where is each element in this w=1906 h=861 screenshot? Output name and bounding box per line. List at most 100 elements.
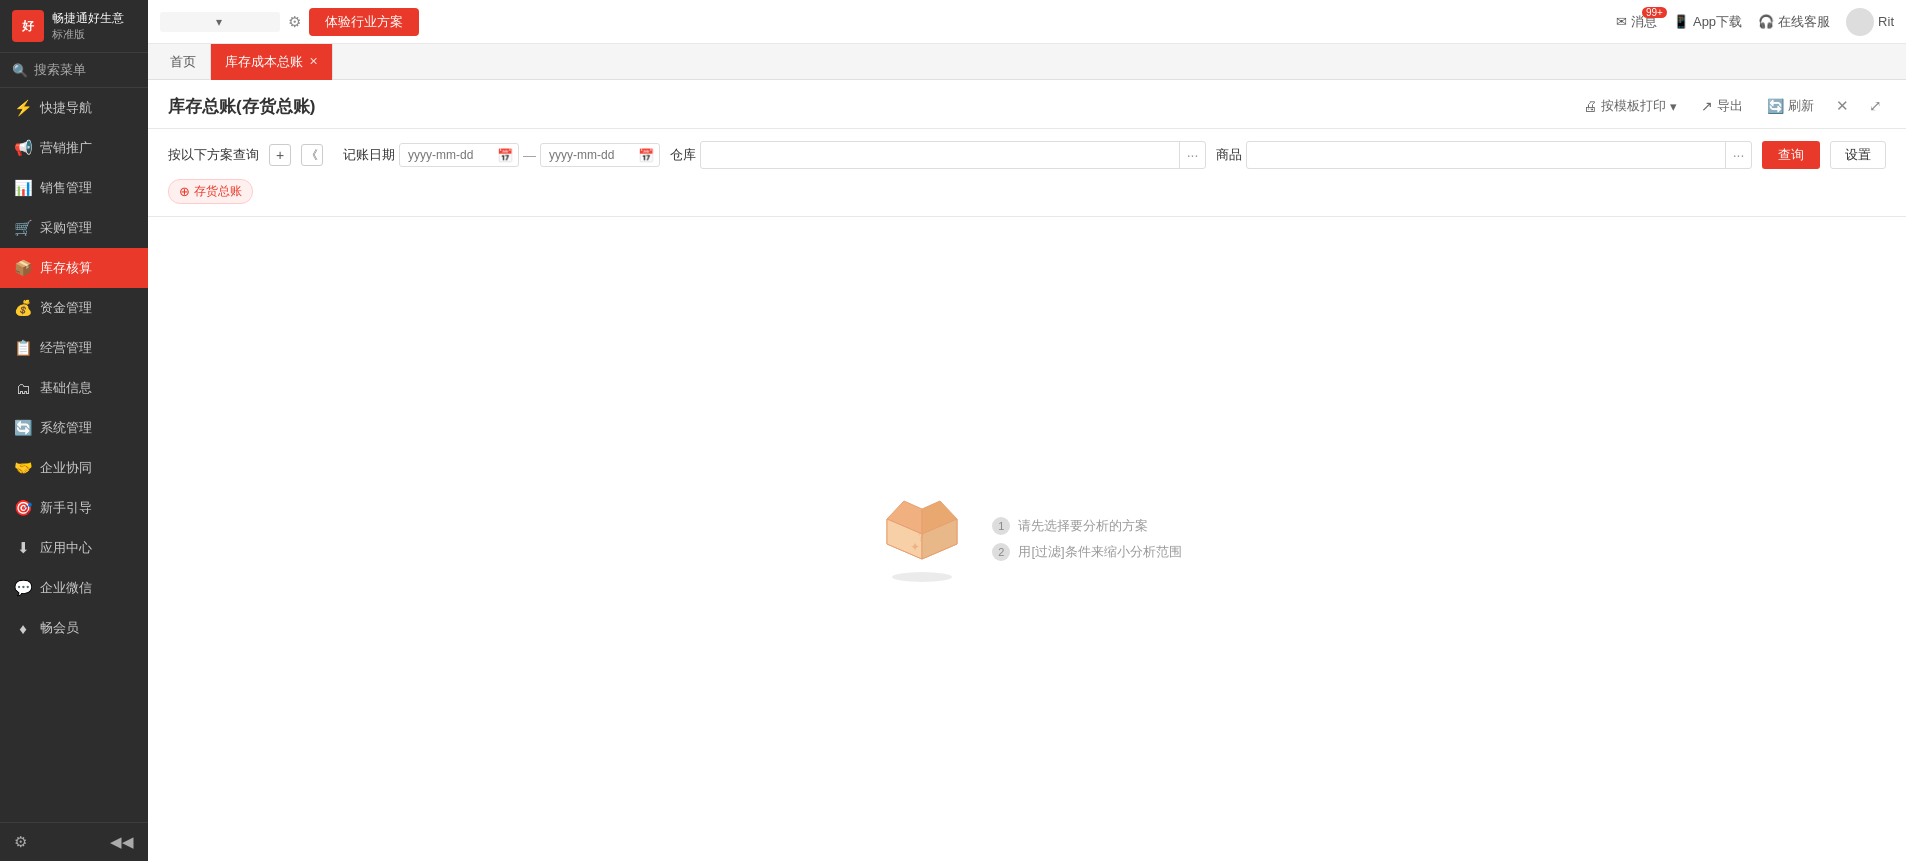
print-chevron-icon: ▾ <box>1670 99 1677 114</box>
expand-panel-btn[interactable]: ⤢ <box>1865 95 1886 117</box>
sidebar-item-purchase[interactable]: 🛒 采购管理 <box>0 208 148 248</box>
topbar-right: ✉ 消息 99+ 📱 App下载 🎧 在线客服 Rit <box>1616 8 1894 36</box>
sidebar-item-marketing[interactable]: 📢 营销推广 <box>0 128 148 168</box>
settings-footer-icon[interactable]: ⚙ <box>14 833 27 851</box>
warehouse-input[interactable]: ··· <box>700 141 1206 169</box>
sidebar-item-label: 库存核算 <box>40 259 92 277</box>
refresh-label: 刷新 <box>1788 97 1814 115</box>
empty-tips: 1 请先选择要分析的方案 2 用[过滤]条件来缩小分析范围 <box>992 517 1181 561</box>
quick-nav-icon: ⚡ <box>14 99 32 117</box>
sidebar-item-wechat[interactable]: 💬 企业微信 <box>0 568 148 608</box>
industry-btn[interactable]: 体验行业方案 <box>309 8 419 36</box>
page-header: 库存总账(存货总账) 🖨 按模板打印 ▾ ↗ 导出 🔄 刷新 ✕ ⤢ <box>148 80 1906 129</box>
online-service-btn[interactable]: 🎧 在线客服 <box>1758 13 1830 31</box>
empty-tip-2: 2 用[过滤]条件来缩小分析范围 <box>992 543 1181 561</box>
logo-name: 畅捷通好生意 <box>52 11 124 27</box>
empty-tip-1: 1 请先选择要分析的方案 <box>992 517 1181 535</box>
empty-state: ✦ ? 1 请先选择要分析的方案 2 用[过滤]条件来缩小分析范围 <box>148 217 1906 861</box>
sidebar-item-system[interactable]: 🔄 系统管理 <box>0 408 148 448</box>
refresh-icon: 🔄 <box>1767 98 1784 114</box>
tip-num-1: 1 <box>992 517 1010 535</box>
sidebar-item-member[interactable]: ♦ 畅会员 <box>0 608 148 648</box>
tab-home[interactable]: 首页 <box>156 44 211 80</box>
chevron-down-icon: ▾ <box>216 15 222 29</box>
sidebar-item-funds[interactable]: 💰 资金管理 <box>0 288 148 328</box>
app-download-btn[interactable]: 📱 App下载 <box>1673 13 1742 31</box>
refresh-btn[interactable]: 🔄 刷新 <box>1761 94 1820 118</box>
warehouse-label: 仓库 <box>670 146 696 164</box>
date-start-input[interactable] <box>399 143 519 167</box>
filter-collapse-btn[interactable]: 《 <box>301 144 323 166</box>
sidebar-footer: ⚙ ◀◀ <box>0 822 148 861</box>
purchase-icon: 🛒 <box>14 219 32 237</box>
svg-point-0 <box>892 572 952 582</box>
warehouse-input-group: 仓库 ··· <box>670 141 1206 169</box>
product-text-input[interactable] <box>1247 148 1751 162</box>
sidebar-logo: 好 畅捷通好生意 标准版 <box>0 0 148 53</box>
logo-icon: 好 <box>12 10 44 42</box>
topbar: ▾ ⚙ 体验行业方案 ✉ 消息 99+ 📱 App下载 🎧 在线客服 Rit <box>148 0 1906 44</box>
online-service-label: 在线客服 <box>1778 13 1830 31</box>
sidebar-item-cooperation[interactable]: 🤝 企业协同 <box>0 448 148 488</box>
inventory-icon: 📦 <box>14 259 32 277</box>
sidebar-item-sales[interactable]: 📊 销售管理 <box>0 168 148 208</box>
sidebar-item-quick-nav[interactable]: ⚡ 快捷导航 <box>0 88 148 128</box>
export-btn[interactable]: ↗ 导出 <box>1695 94 1749 118</box>
product-input-group: 商品 ··· <box>1216 141 1752 169</box>
close-panel-btn[interactable]: ✕ <box>1832 95 1853 117</box>
print-label: 按模板打印 <box>1601 97 1666 115</box>
page-title: 库存总账(存货总账) <box>168 95 315 118</box>
filter-row: 按以下方案查询 + 《 记账日期 📅 — 📅 <box>168 141 1886 169</box>
sidebar-item-operations[interactable]: 📋 经营管理 <box>0 328 148 368</box>
settings-button[interactable]: 设置 <box>1830 141 1886 169</box>
audio-footer-icon[interactable]: ◀◀ <box>110 833 134 851</box>
print-btn[interactable]: 🖨 按模板打印 ▾ <box>1577 94 1683 118</box>
system-icon: 🔄 <box>14 419 32 437</box>
user-avatar[interactable]: Rit <box>1846 8 1894 36</box>
export-label: 导出 <box>1717 97 1743 115</box>
sidebar-search[interactable]: 🔍 搜索菜单 <box>0 53 148 88</box>
member-icon: ♦ <box>14 620 32 637</box>
product-more-btn[interactable]: ··· <box>1725 142 1751 168</box>
dash: — <box>523 148 536 163</box>
filter-add-btn[interactable]: + <box>269 144 291 166</box>
date-end-input[interactable] <box>540 143 660 167</box>
export-icon: ↗ <box>1701 98 1713 114</box>
date-label: 记账日期 <box>343 146 395 164</box>
wechat-icon: 💬 <box>14 579 32 597</box>
tip-text-1: 请先选择要分析的方案 <box>1018 517 1148 535</box>
breadcrumb-text <box>172 15 212 29</box>
sidebar-item-app-center[interactable]: ⬇ 应用中心 <box>0 528 148 568</box>
topbar-settings-icon[interactable]: ⚙ <box>288 13 301 31</box>
tab-close-icon[interactable]: ✕ <box>309 55 318 68</box>
product-input[interactable]: ··· <box>1246 141 1752 169</box>
logo-sub: 标准版 <box>52 27 124 41</box>
sidebar-item-basic[interactable]: 🗂 基础信息 <box>0 368 148 408</box>
marketing-icon: 📢 <box>14 139 32 157</box>
tab-home-label: 首页 <box>170 53 196 71</box>
tab-inventory-label: 库存成本总账 <box>225 53 303 71</box>
sidebar-item-label: 营销推广 <box>40 139 92 157</box>
sidebar-item-inventory[interactable]: 📦 库存核算 <box>0 248 148 288</box>
sales-icon: 📊 <box>14 179 32 197</box>
sidebar-item-label: 应用中心 <box>40 539 92 557</box>
warehouse-text-input[interactable] <box>701 148 1205 162</box>
basic-icon: 🗂 <box>14 380 32 397</box>
main-area: ▾ ⚙ 体验行业方案 ✉ 消息 99+ 📱 App下载 🎧 在线客服 Rit <box>148 0 1906 861</box>
tip-num-2: 2 <box>992 543 1010 561</box>
sidebar-item-label: 快捷导航 <box>40 99 92 117</box>
messages-badge: 99+ <box>1642 7 1667 18</box>
breadcrumb[interactable]: ▾ <box>160 12 280 32</box>
tab-inventory-ledger[interactable]: 库存成本总账 ✕ <box>211 44 333 80</box>
messages-btn[interactable]: ✉ 消息 99+ <box>1616 13 1657 31</box>
sidebar-item-guide[interactable]: 🎯 新手引导 <box>0 488 148 528</box>
scheme-item[interactable]: ⊕ 存货总账 <box>168 179 253 204</box>
scheme-icon: ⊕ <box>179 184 190 199</box>
empty-inner: ✦ ? 1 请先选择要分析的方案 2 用[过滤]条件来缩小分析范围 <box>872 489 1181 589</box>
tip-text-2: 用[过滤]条件来缩小分析范围 <box>1018 543 1181 561</box>
search-button[interactable]: 查询 <box>1762 141 1820 169</box>
filter-scheme-area: ⊕ 存货总账 <box>168 179 1886 204</box>
app-download-label: App下载 <box>1693 13 1742 31</box>
sidebar-item-label: 资金管理 <box>40 299 92 317</box>
warehouse-more-btn[interactable]: ··· <box>1179 142 1205 168</box>
